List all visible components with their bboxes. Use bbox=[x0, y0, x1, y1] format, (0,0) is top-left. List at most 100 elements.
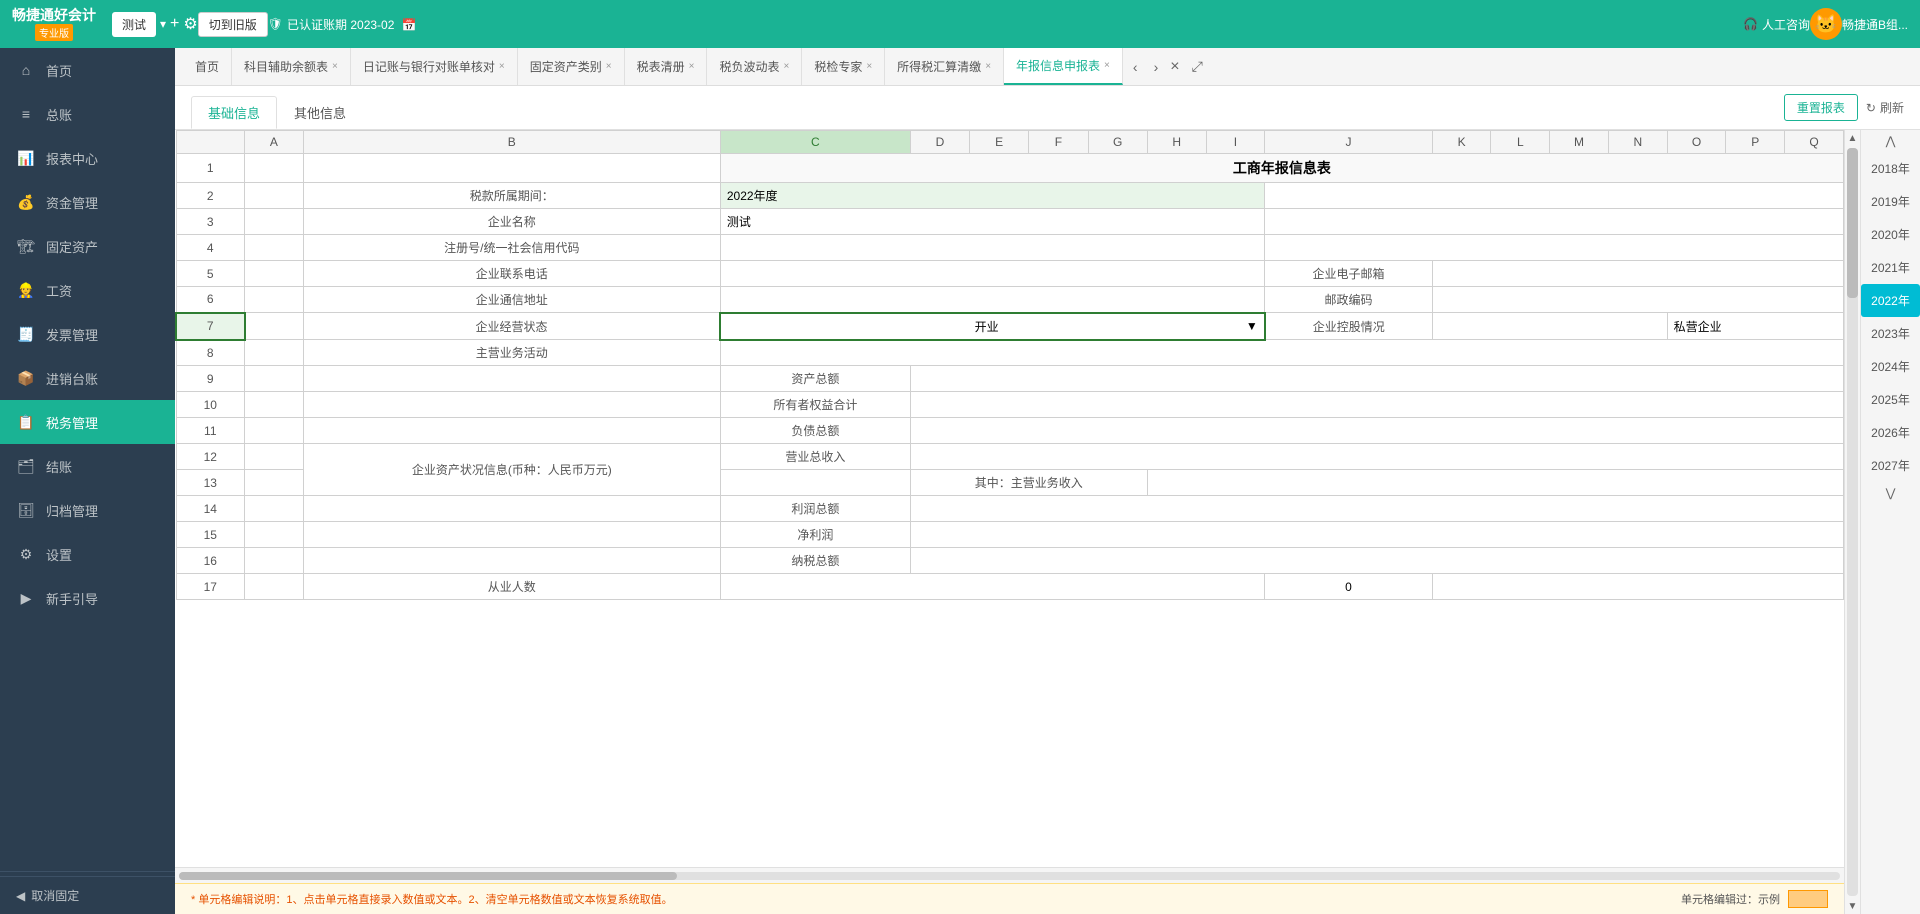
tab-tax-list[interactable]: 税表清册 × bbox=[625, 48, 708, 85]
year-2024[interactable]: 2024年 bbox=[1861, 350, 1920, 383]
tab-subject[interactable]: 科目辅助余额表 × bbox=[232, 48, 351, 85]
cell-14b[interactable] bbox=[303, 496, 720, 522]
year-2020[interactable]: 2020年 bbox=[1861, 218, 1920, 251]
sidebar-item-ledger[interactable]: ≡ 总账 bbox=[0, 92, 175, 136]
cell-9d[interactable] bbox=[910, 366, 1843, 392]
col-header-m[interactable]: M bbox=[1550, 131, 1609, 154]
col-header-q[interactable]: Q bbox=[1785, 131, 1844, 154]
cell-17k[interactable] bbox=[1432, 574, 1843, 600]
tab-close-journal[interactable]: × bbox=[499, 61, 505, 72]
year-2027[interactable]: 2027年 bbox=[1861, 449, 1920, 482]
year-2025[interactable]: 2025年 bbox=[1861, 383, 1920, 416]
sidebar-item-assets[interactable]: 🏗 固定资产 bbox=[0, 224, 175, 268]
cell-7c-dropdown[interactable]: 开业 ▼ bbox=[720, 313, 1264, 340]
tab-close-all-button[interactable]: × bbox=[1164, 56, 1185, 78]
sidebar-item-archive[interactable]: 🗄 归档管理 bbox=[0, 488, 175, 532]
cell-17c[interactable] bbox=[720, 574, 1264, 600]
cell-9b[interactable] bbox=[303, 366, 720, 392]
cell-4j[interactable] bbox=[1265, 235, 1844, 261]
support-button[interactable]: 🎧 人工咨询 bbox=[1743, 16, 1810, 33]
avatar[interactable]: 🐱 bbox=[1810, 8, 1842, 40]
col-header-b[interactable]: B bbox=[303, 131, 720, 154]
year-2018[interactable]: 2018年 bbox=[1861, 152, 1920, 185]
col-header-a[interactable]: A bbox=[245, 131, 304, 154]
col-header-f[interactable]: F bbox=[1029, 131, 1088, 154]
cell-9a[interactable] bbox=[245, 366, 304, 392]
scroll-up-button[interactable]: ▲ bbox=[1845, 130, 1860, 146]
cell-14d[interactable] bbox=[910, 496, 1843, 522]
year-2019[interactable]: 2019年 bbox=[1861, 185, 1920, 218]
cell-16b[interactable] bbox=[303, 548, 720, 574]
h-scrollbar[interactable] bbox=[175, 867, 1844, 883]
cell-17j[interactable]: 0 bbox=[1265, 574, 1432, 600]
cell-15a[interactable] bbox=[245, 522, 304, 548]
tab-income-tax[interactable]: 所得税汇算清缴 × bbox=[885, 48, 1004, 85]
col-header-l[interactable]: L bbox=[1491, 131, 1550, 154]
dropdown-icon[interactable]: ▾ bbox=[160, 17, 166, 31]
cell-2c[interactable]: 2022年度 bbox=[720, 183, 1264, 209]
sidebar-item-settings[interactable]: ⚙ 设置 bbox=[0, 532, 175, 576]
col-header-p[interactable]: P bbox=[1726, 131, 1785, 154]
col-header-h[interactable]: H bbox=[1147, 131, 1206, 154]
col-header-g[interactable]: G bbox=[1088, 131, 1147, 154]
tab-tax-expert[interactable]: 税检专家 × bbox=[802, 48, 885, 85]
cell-11d[interactable] bbox=[910, 418, 1843, 444]
sidebar-item-guide[interactable]: ▶ 新手引导 bbox=[0, 576, 175, 620]
cell-15b[interactable] bbox=[303, 522, 720, 548]
col-header-i[interactable]: I bbox=[1206, 131, 1265, 154]
spreadsheet-container[interactable]: A B C D E F G H I J bbox=[175, 130, 1844, 867]
col-header-k[interactable]: K bbox=[1432, 131, 1491, 154]
cell-10b[interactable] bbox=[303, 392, 720, 418]
year-2021[interactable]: 2021年 bbox=[1861, 251, 1920, 284]
col-header-o[interactable]: O bbox=[1667, 131, 1726, 154]
year-2023[interactable]: 2023年 bbox=[1861, 317, 1920, 350]
sidebar-item-salary[interactable]: 👷 工资 bbox=[0, 268, 175, 312]
year-panel-down[interactable]: ⋁ bbox=[1861, 482, 1920, 504]
sidebar-item-home[interactable]: ⌂ 首页 bbox=[0, 48, 175, 92]
cell-16a[interactable] bbox=[245, 548, 304, 574]
current-file-tab[interactable]: 测试 bbox=[112, 12, 156, 37]
cell-4a[interactable] bbox=[245, 235, 304, 261]
scroll-down-button[interactable]: ▼ bbox=[1845, 898, 1860, 914]
tab-close-tax-wave[interactable]: × bbox=[783, 61, 789, 72]
reset-button[interactable]: 重置报表 bbox=[1784, 94, 1858, 121]
tab-close-annual-report[interactable]: × bbox=[1104, 60, 1110, 71]
tab-close-tax-expert[interactable]: × bbox=[866, 61, 872, 72]
year-2026[interactable]: 2026年 bbox=[1861, 416, 1920, 449]
col-header-j[interactable]: J bbox=[1265, 131, 1432, 154]
cell-10a[interactable] bbox=[245, 392, 304, 418]
sidebar-item-invoice[interactable]: 🧾 发票管理 bbox=[0, 312, 175, 356]
sidebar-item-reports[interactable]: 📊 报表中心 bbox=[0, 136, 175, 180]
cell-11a[interactable] bbox=[245, 418, 304, 444]
col-header-n[interactable]: N bbox=[1608, 131, 1667, 154]
sub-tab-other[interactable]: 其他信息 bbox=[277, 96, 363, 129]
cell-5c[interactable] bbox=[720, 261, 1264, 287]
tab-close-fixed-cat[interactable]: × bbox=[606, 61, 612, 72]
cell-1a[interactable] bbox=[245, 154, 304, 183]
cell-12d[interactable] bbox=[910, 444, 1843, 470]
cell-13h[interactable] bbox=[1147, 470, 1843, 496]
tab-expand-button[interactable]: ⤢ bbox=[1186, 56, 1209, 77]
cell-16d[interactable] bbox=[910, 548, 1843, 574]
cell-8c[interactable] bbox=[720, 340, 1843, 366]
cell-2a[interactable] bbox=[245, 183, 304, 209]
tab-annual-report[interactable]: 年报信息申报表 × bbox=[1004, 48, 1123, 85]
col-header-e[interactable]: E bbox=[970, 131, 1029, 154]
tab-close-tax-list[interactable]: × bbox=[689, 61, 695, 72]
cell-7a[interactable] bbox=[245, 313, 304, 340]
unfix-button[interactable]: ◀ 取消固定 bbox=[0, 876, 175, 914]
cell-6a[interactable] bbox=[245, 287, 304, 313]
tab-close-income-tax[interactable]: × bbox=[985, 61, 991, 72]
cell-3a[interactable] bbox=[245, 209, 304, 235]
cell-1b[interactable] bbox=[303, 154, 720, 183]
cell-7k[interactable] bbox=[1432, 313, 1667, 340]
settings-icon[interactable]: ⚙ bbox=[183, 14, 197, 34]
sidebar-item-purchase[interactable]: 📦 进销台账 bbox=[0, 356, 175, 400]
cell-8a[interactable] bbox=[245, 340, 304, 366]
cell-13c[interactable] bbox=[720, 470, 910, 496]
cell-6k[interactable] bbox=[1432, 287, 1843, 313]
cell-3c[interactable]: 测试 bbox=[720, 209, 1264, 235]
old-version-button[interactable]: 切到旧版 bbox=[198, 12, 268, 37]
tab-fixed-cat[interactable]: 固定资产类别 × bbox=[518, 48, 625, 85]
cell-14a[interactable] bbox=[245, 496, 304, 522]
